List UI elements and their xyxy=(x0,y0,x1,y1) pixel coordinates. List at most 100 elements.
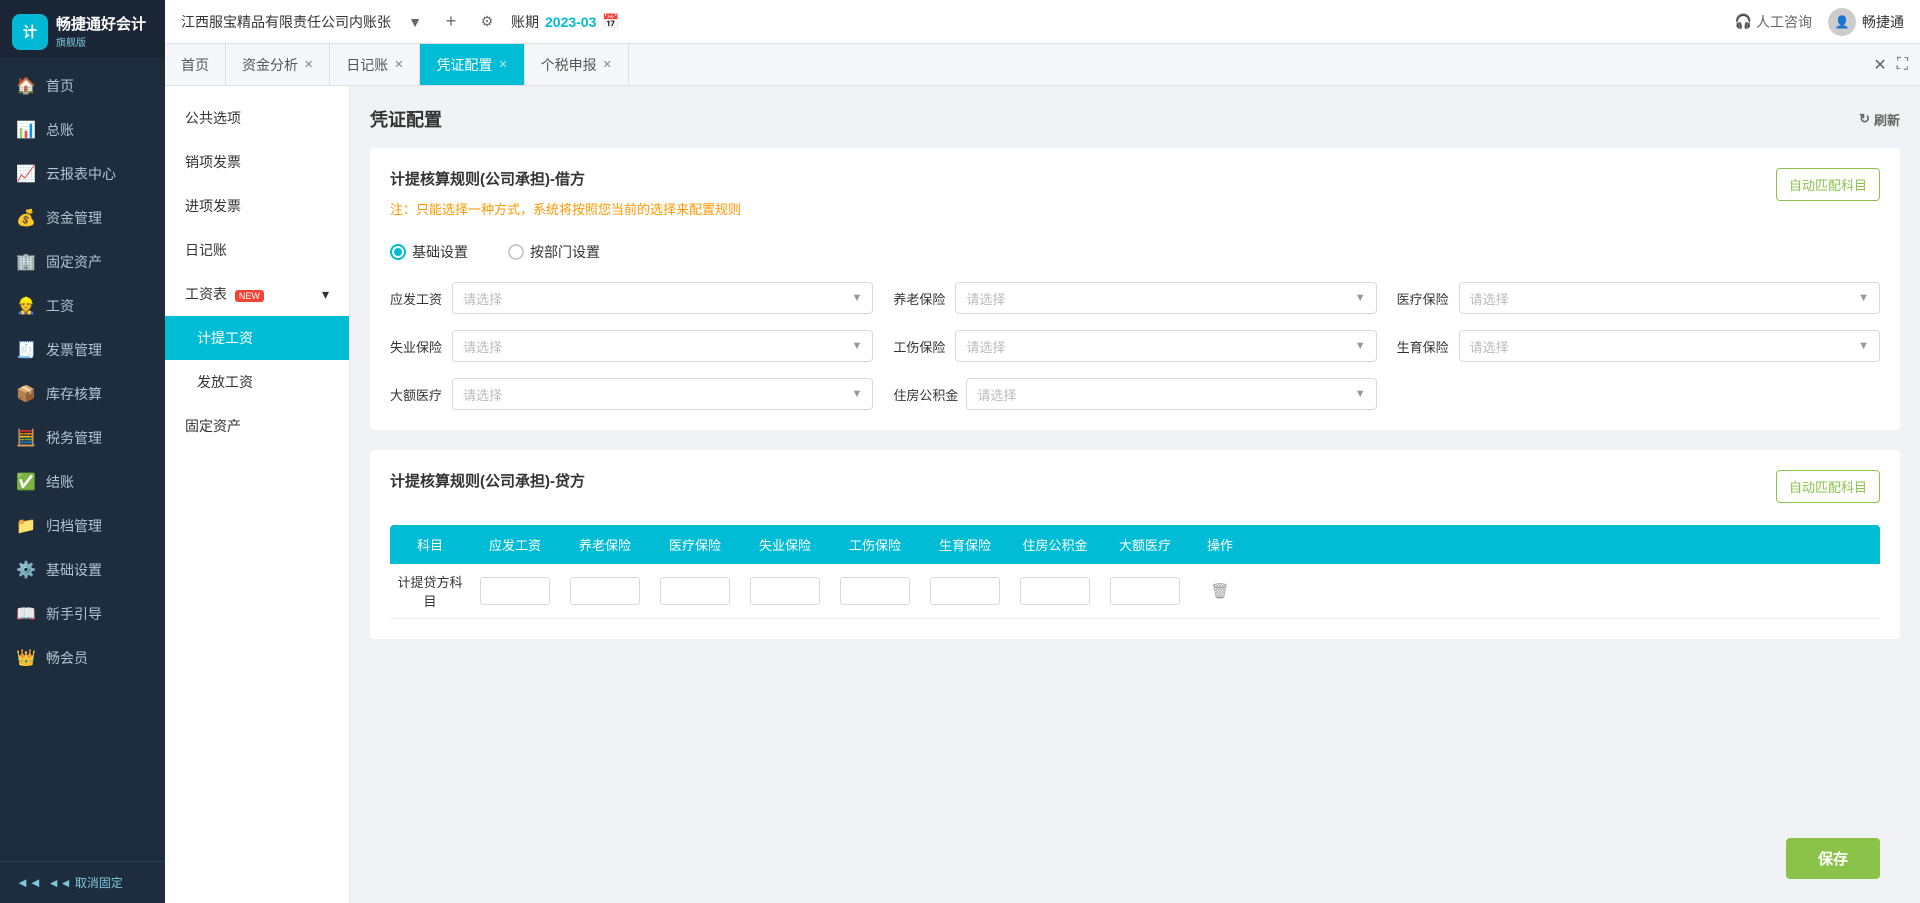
sidebar-item-inventory[interactable]: 📦 库存核算 xyxy=(0,372,165,416)
sidebar-item-archive[interactable]: 📁 归档管理 xyxy=(0,504,165,548)
select-pension[interactable]: 请选择 ▼ xyxy=(955,282,1376,314)
refresh-btn[interactable]: ↻ 刷新 xyxy=(1859,110,1900,129)
select-medical[interactable]: 请选择 ▼ xyxy=(1459,282,1880,314)
sidebar-label-close: 结账 xyxy=(46,472,74,492)
input-workinjury[interactable] xyxy=(840,577,910,605)
sidebar-logo: 计 畅捷通好会计 旗舰版 xyxy=(0,0,165,58)
salary-table-label: 工资表 NEW xyxy=(185,284,264,304)
input-medical[interactable] xyxy=(660,577,730,605)
sidebar-item-settings[interactable]: ⚙️ 基础设置 xyxy=(0,548,165,592)
invoice-icon: 🧾 xyxy=(16,340,36,360)
credit-auto-match-btn[interactable]: 自动匹配科目 xyxy=(1776,470,1880,503)
sidebar-nav: 🏠 首页 📊 总账 📈 云报表中心 💰 资金管理 🏢 固定资产 👷 工资 🧾 发… xyxy=(0,58,165,861)
radio-basic[interactable]: 基础设置 xyxy=(390,242,468,262)
sidebar-item-funds[interactable]: 💰 资金管理 xyxy=(0,196,165,240)
menu-item-pay-salary[interactable]: 发放工资 xyxy=(165,360,349,404)
expand-btn[interactable]: ⛶ xyxy=(1897,56,1908,74)
tab-voucher-close[interactable]: ✕ xyxy=(498,58,507,71)
tab-fund-close[interactable]: ✕ xyxy=(304,58,313,71)
td-bigmed-input[interactable] xyxy=(1100,564,1190,618)
tab-home[interactable]: 首页 xyxy=(165,44,226,85)
funds-icon: 💰 xyxy=(16,208,36,228)
select-housing[interactable]: 请选择 ▼ xyxy=(966,378,1376,410)
th-gross: 应发工资 xyxy=(470,525,560,564)
add-btn[interactable]: + xyxy=(439,10,463,34)
sidebar-item-guide[interactable]: 📖 新手引导 xyxy=(0,592,165,636)
input-bigmed[interactable] xyxy=(1110,577,1180,605)
select-medical-arrow: ▼ xyxy=(1858,292,1869,304)
sidebar-item-ledger[interactable]: 📊 总账 xyxy=(0,108,165,152)
td-workinjury-input[interactable] xyxy=(830,564,920,618)
sidebar-item-tax[interactable]: 🧮 税务管理 xyxy=(0,416,165,460)
sidebar-item-close[interactable]: ✅ 结账 xyxy=(0,460,165,504)
page-title-row: 凭证配置 ↻ 刷新 xyxy=(370,106,1900,132)
tab-fund-analysis[interactable]: 资金分析 ✕ xyxy=(226,44,330,85)
sidebar-item-reports[interactable]: 📈 云报表中心 xyxy=(0,152,165,196)
tab-journal-close[interactable]: ✕ xyxy=(394,58,403,71)
sidebar-item-invoice[interactable]: 🧾 发票管理 xyxy=(0,328,165,372)
menu-item-salary-table[interactable]: 工资表 NEW ▾ xyxy=(165,272,349,316)
td-action[interactable]: 🗑 xyxy=(1190,564,1250,618)
sidebar-label-settings: 基础设置 xyxy=(46,560,102,580)
input-pension[interactable] xyxy=(570,577,640,605)
input-unemploy[interactable] xyxy=(750,577,820,605)
input-gross[interactable] xyxy=(480,577,550,605)
debit-section-note: 注：只能选择一种方式，系统将按照您当前的选择来配置规则 xyxy=(390,199,741,218)
sidebar-item-salary[interactable]: 👷 工资 xyxy=(0,284,165,328)
topbar: 江西服宝精品有限责任公司内账张 ▼ + ⚙ 账期 2023-03 📅 🎧 人工咨… xyxy=(165,0,1920,44)
close-window-btn[interactable]: ✕ xyxy=(1873,55,1886,75)
sidebar-item-member[interactable]: 👑 畅会员 xyxy=(0,636,165,680)
tab-journal-label: 日记账 xyxy=(346,55,388,75)
select-unemploy[interactable]: 请选择 ▼ xyxy=(452,330,873,362)
td-pension-input[interactable] xyxy=(560,564,650,618)
service-btn[interactable]: 🎧 人工咨询 xyxy=(1735,12,1812,32)
select-workinjury[interactable]: 请选择 ▼ xyxy=(955,330,1376,362)
tab-voucher-config[interactable]: 凭证配置 ✕ xyxy=(420,44,524,85)
td-gross-input[interactable] xyxy=(470,564,560,618)
sidebar-label-guide: 新手引导 xyxy=(46,604,102,624)
save-button[interactable]: 保存 xyxy=(1786,838,1880,879)
settings-gear-btn[interactable]: ⚙ xyxy=(475,10,499,34)
select-bigmed[interactable]: 请选择 ▼ xyxy=(452,378,873,410)
sidebar-item-home[interactable]: 🏠 首页 xyxy=(0,64,165,108)
select-maternity[interactable]: 请选择 ▼ xyxy=(1459,330,1880,362)
menu-item-fixed-assets[interactable]: 固定资产 xyxy=(165,404,349,448)
credit-section: 计提核算规则(公司承担)-贷方 自动匹配科目 科目 应发工资 养老保险 医疗保险… xyxy=(370,450,1900,639)
label-maternity: 生育保险 xyxy=(1397,337,1451,356)
td-maternity-input[interactable] xyxy=(920,564,1010,618)
th-medical: 医疗保险 xyxy=(650,525,740,564)
menu-item-purchase-invoice[interactable]: 进项发票 xyxy=(165,184,349,228)
input-maternity[interactable] xyxy=(930,577,1000,605)
menu-item-public[interactable]: 公共选项 xyxy=(165,96,349,140)
settings-icon: ⚙️ xyxy=(16,560,36,580)
pin-label: ◄◄ 取消固定 xyxy=(48,874,123,891)
table-row: 计提贷方科目 🗑 xyxy=(390,564,1880,619)
guide-icon: 📖 xyxy=(16,604,36,624)
sidebar-pin-toggle[interactable]: ◄◄ ◄◄ 取消固定 xyxy=(0,861,165,903)
user-menu[interactable]: 👤 畅捷通 xyxy=(1828,8,1904,36)
input-housing[interactable] xyxy=(1020,577,1090,605)
td-unemploy-input[interactable] xyxy=(740,564,830,618)
tab-journal[interactable]: 日记账 ✕ xyxy=(330,44,420,85)
menu-item-sales-invoice[interactable]: 销项发票 xyxy=(165,140,349,184)
menu-item-journal[interactable]: 日记账 xyxy=(165,228,349,272)
calendar-icon[interactable]: 📅 xyxy=(602,13,619,30)
select-gross[interactable]: 请选择 ▼ xyxy=(452,282,873,314)
close-icon: ✅ xyxy=(16,472,36,492)
select-bigmed-arrow: ▼ xyxy=(851,388,862,400)
radio-department[interactable]: 按部门设置 xyxy=(508,242,600,262)
debit-auto-match-btn[interactable]: 自动匹配科目 xyxy=(1776,168,1880,201)
select-maternity-placeholder: 请选择 xyxy=(1470,337,1509,356)
sidebar-item-assets[interactable]: 🏢 固定资产 xyxy=(0,240,165,284)
form-item-medical: 医疗保险 请选择 ▼ xyxy=(1397,282,1880,314)
th-pension: 养老保险 xyxy=(560,525,650,564)
tab-tax-close[interactable]: ✕ xyxy=(603,58,612,71)
form-item-housing: 住房公积金 请选择 ▼ xyxy=(893,378,1376,410)
select-gross-arrow: ▼ xyxy=(851,292,862,304)
tab-tax-report[interactable]: 个税申报 ✕ xyxy=(525,44,629,85)
company-dropdown-btn[interactable]: ▼ xyxy=(403,10,427,34)
td-housing-input[interactable] xyxy=(1010,564,1100,618)
delete-row-icon[interactable]: 🗑 xyxy=(1210,582,1229,600)
menu-item-accrual[interactable]: 计提工资 xyxy=(165,316,349,360)
td-medical-input[interactable] xyxy=(650,564,740,618)
